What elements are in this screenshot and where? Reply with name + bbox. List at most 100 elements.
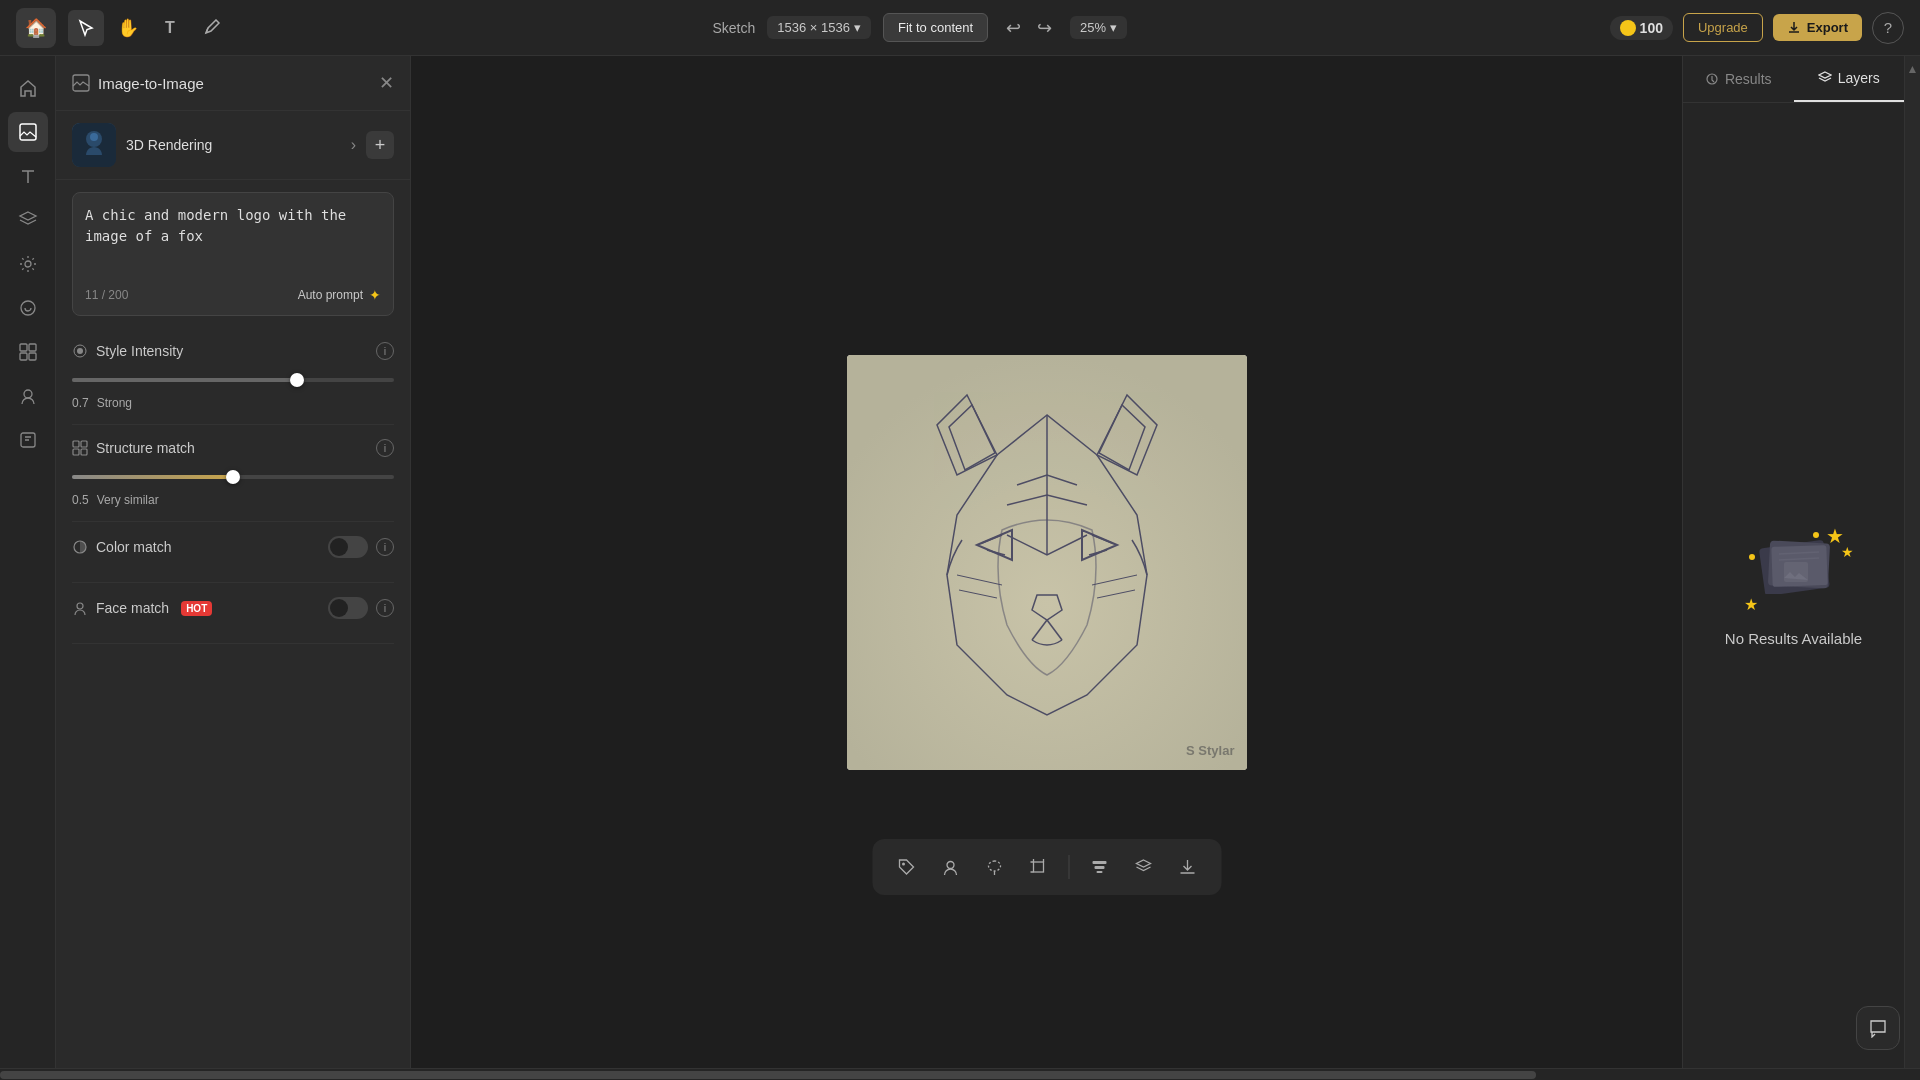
nav-face-icon[interactable] xyxy=(8,376,48,416)
help-button[interactable]: ? xyxy=(1872,12,1904,44)
right-panel: Results Layers ★ ★ ★ xyxy=(1682,56,1904,1068)
upgrade-button[interactable]: Upgrade xyxy=(1683,13,1763,42)
canvas-area: S Stylar xyxy=(411,56,1682,1068)
crop-toolbar-button[interactable] xyxy=(1020,849,1056,885)
nav-effects-icon[interactable] xyxy=(8,288,48,328)
controls-section: Style Intensity i 0.7 Strong xyxy=(56,328,410,644)
style-name-label: 3D Rendering xyxy=(126,137,341,153)
tab-results[interactable]: Results xyxy=(1683,56,1794,102)
draw-tool-btn[interactable] xyxy=(194,10,230,46)
style-intensity-slider[interactable] xyxy=(72,370,394,390)
svg-point-15 xyxy=(78,349,82,353)
right-panel-tabs: Results Layers xyxy=(1683,56,1904,103)
nav-layers-icon[interactable] xyxy=(8,200,48,240)
prompt-textarea[interactable] xyxy=(85,205,381,275)
nav-plugin-icon[interactable] xyxy=(8,420,48,460)
topbar: 🏠 ✋ T Sketch 1536 × 1536 ▾ Fit to conten… xyxy=(0,0,1920,56)
nav-text-icon[interactable] xyxy=(8,156,48,196)
fit-to-content-button[interactable]: Fit to content xyxy=(883,13,988,42)
download-toolbar-button[interactable] xyxy=(1169,849,1205,885)
nav-settings-icon[interactable] xyxy=(8,244,48,284)
layers-toolbar-button[interactable] xyxy=(1125,849,1161,885)
structure-match-info-button[interactable]: i xyxy=(376,439,394,457)
lasso-toolbar-button[interactable] xyxy=(976,849,1012,885)
svg-rect-0 xyxy=(20,124,36,140)
structure-match-title: Structure match xyxy=(72,440,195,456)
face-match-icon xyxy=(72,600,88,616)
svg-point-21 xyxy=(77,603,83,609)
tab-layers[interactable]: Layers xyxy=(1794,56,1905,102)
style-thumb-svg xyxy=(72,123,116,167)
fox-sketch-svg xyxy=(847,355,1247,770)
structure-match-slider[interactable] xyxy=(72,467,394,487)
chat-fab-button[interactable] xyxy=(1856,1006,1900,1050)
export-button[interactable]: Export xyxy=(1773,14,1862,41)
svg-rect-5 xyxy=(20,353,27,360)
no-results-text: No Results Available xyxy=(1725,630,1862,647)
nav-image-icon[interactable] xyxy=(8,112,48,152)
scroll-up-arrow[interactable]: ▲ xyxy=(1905,60,1920,78)
align-toolbar-button[interactable] xyxy=(1081,849,1117,885)
star-icon-3: ★ xyxy=(1744,595,1758,614)
face-match-header: Face match HOT i xyxy=(72,597,394,619)
svg-rect-33 xyxy=(1096,871,1102,873)
color-match-toggle[interactable] xyxy=(328,536,368,558)
structure-match-header: Structure match i xyxy=(72,439,394,457)
select-tool-btn[interactable] xyxy=(68,10,104,46)
face-match-toggle[interactable] xyxy=(328,597,368,619)
style-intensity-header: Style Intensity i xyxy=(72,342,394,360)
home-nav-icon[interactable]: 🏠 xyxy=(16,8,56,48)
structure-match-icon xyxy=(72,440,88,456)
style-intensity-info-button[interactable]: i xyxy=(376,342,394,360)
text-tool-btn[interactable]: T xyxy=(152,10,188,46)
sidebar-panel: Image-to-Image ✕ 3D Rendering › + 11 / xyxy=(56,56,411,1068)
close-sidebar-button[interactable]: ✕ xyxy=(379,72,394,94)
nav-grid-icon[interactable] xyxy=(8,332,48,372)
face-match-title: Face match HOT xyxy=(72,600,212,616)
color-match-title: Color match xyxy=(72,539,171,555)
color-match-info-button[interactable]: i xyxy=(376,538,394,556)
canvas-image[interactable]: S Stylar xyxy=(847,355,1247,770)
nav-home-icon[interactable] xyxy=(8,68,48,108)
sidebar-header: Image-to-Image ✕ xyxy=(56,56,410,111)
tag-toolbar-button[interactable] xyxy=(888,849,924,885)
svg-point-7 xyxy=(24,390,32,398)
hot-badge: HOT xyxy=(181,601,212,616)
canvas-wrapper: S Stylar xyxy=(847,355,1247,770)
svg-point-12 xyxy=(90,133,98,141)
bottom-scrollbar[interactable] xyxy=(0,1068,1920,1080)
prompt-container: 11 / 200 Auto prompt ✦ xyxy=(72,192,394,316)
svg-rect-6 xyxy=(29,353,36,360)
scroll-handle xyxy=(0,1071,1536,1079)
color-match-controls: i xyxy=(328,536,394,558)
panel-no-results: ★ ★ ★ xyxy=(1683,103,1904,1068)
topbar-center: Sketch 1536 × 1536 ▾ Fit to content ↩ ↪ … xyxy=(242,13,1598,43)
right-panel-container: Results Layers ★ ★ ★ xyxy=(1682,56,1920,1068)
style-intensity-value: 0.7 Strong xyxy=(72,396,394,410)
face-match-toggle-knob xyxy=(330,599,348,617)
hand-tool-btn[interactable]: ✋ xyxy=(110,10,146,46)
zoom-control[interactable]: 25% ▾ xyxy=(1070,16,1127,39)
svg-rect-19 xyxy=(81,449,87,455)
dimension-badge[interactable]: 1536 × 1536 ▾ xyxy=(767,16,871,39)
add-style-button[interactable]: + xyxy=(366,131,394,159)
image-to-image-icon xyxy=(72,74,90,92)
auto-prompt-icon: ✦ xyxy=(369,287,381,303)
auto-prompt-button[interactable]: Auto prompt ✦ xyxy=(298,287,381,303)
book-stack xyxy=(1754,524,1834,584)
face-match-info-button[interactable]: i xyxy=(376,599,394,617)
style-selector[interactable]: 3D Rendering › + xyxy=(56,111,410,180)
prompt-char-count: 11 / 200 xyxy=(85,288,128,302)
undo-button[interactable]: ↩ xyxy=(1000,13,1027,43)
style-intensity-icon xyxy=(72,343,88,359)
left-nav xyxy=(0,56,56,1068)
right-panel-scroll[interactable]: ▲ xyxy=(1904,56,1920,1068)
svg-rect-32 xyxy=(1094,866,1104,869)
style-expand-arrow[interactable]: › xyxy=(351,136,356,154)
svg-point-1 xyxy=(25,261,31,267)
canvas-watermark: S Stylar xyxy=(1186,743,1234,758)
svg-rect-16 xyxy=(73,441,79,447)
face-toolbar-button[interactable] xyxy=(932,849,968,885)
redo-button[interactable]: ↪ xyxy=(1031,13,1058,43)
structure-match-value: 0.5 Very similar xyxy=(72,493,394,507)
